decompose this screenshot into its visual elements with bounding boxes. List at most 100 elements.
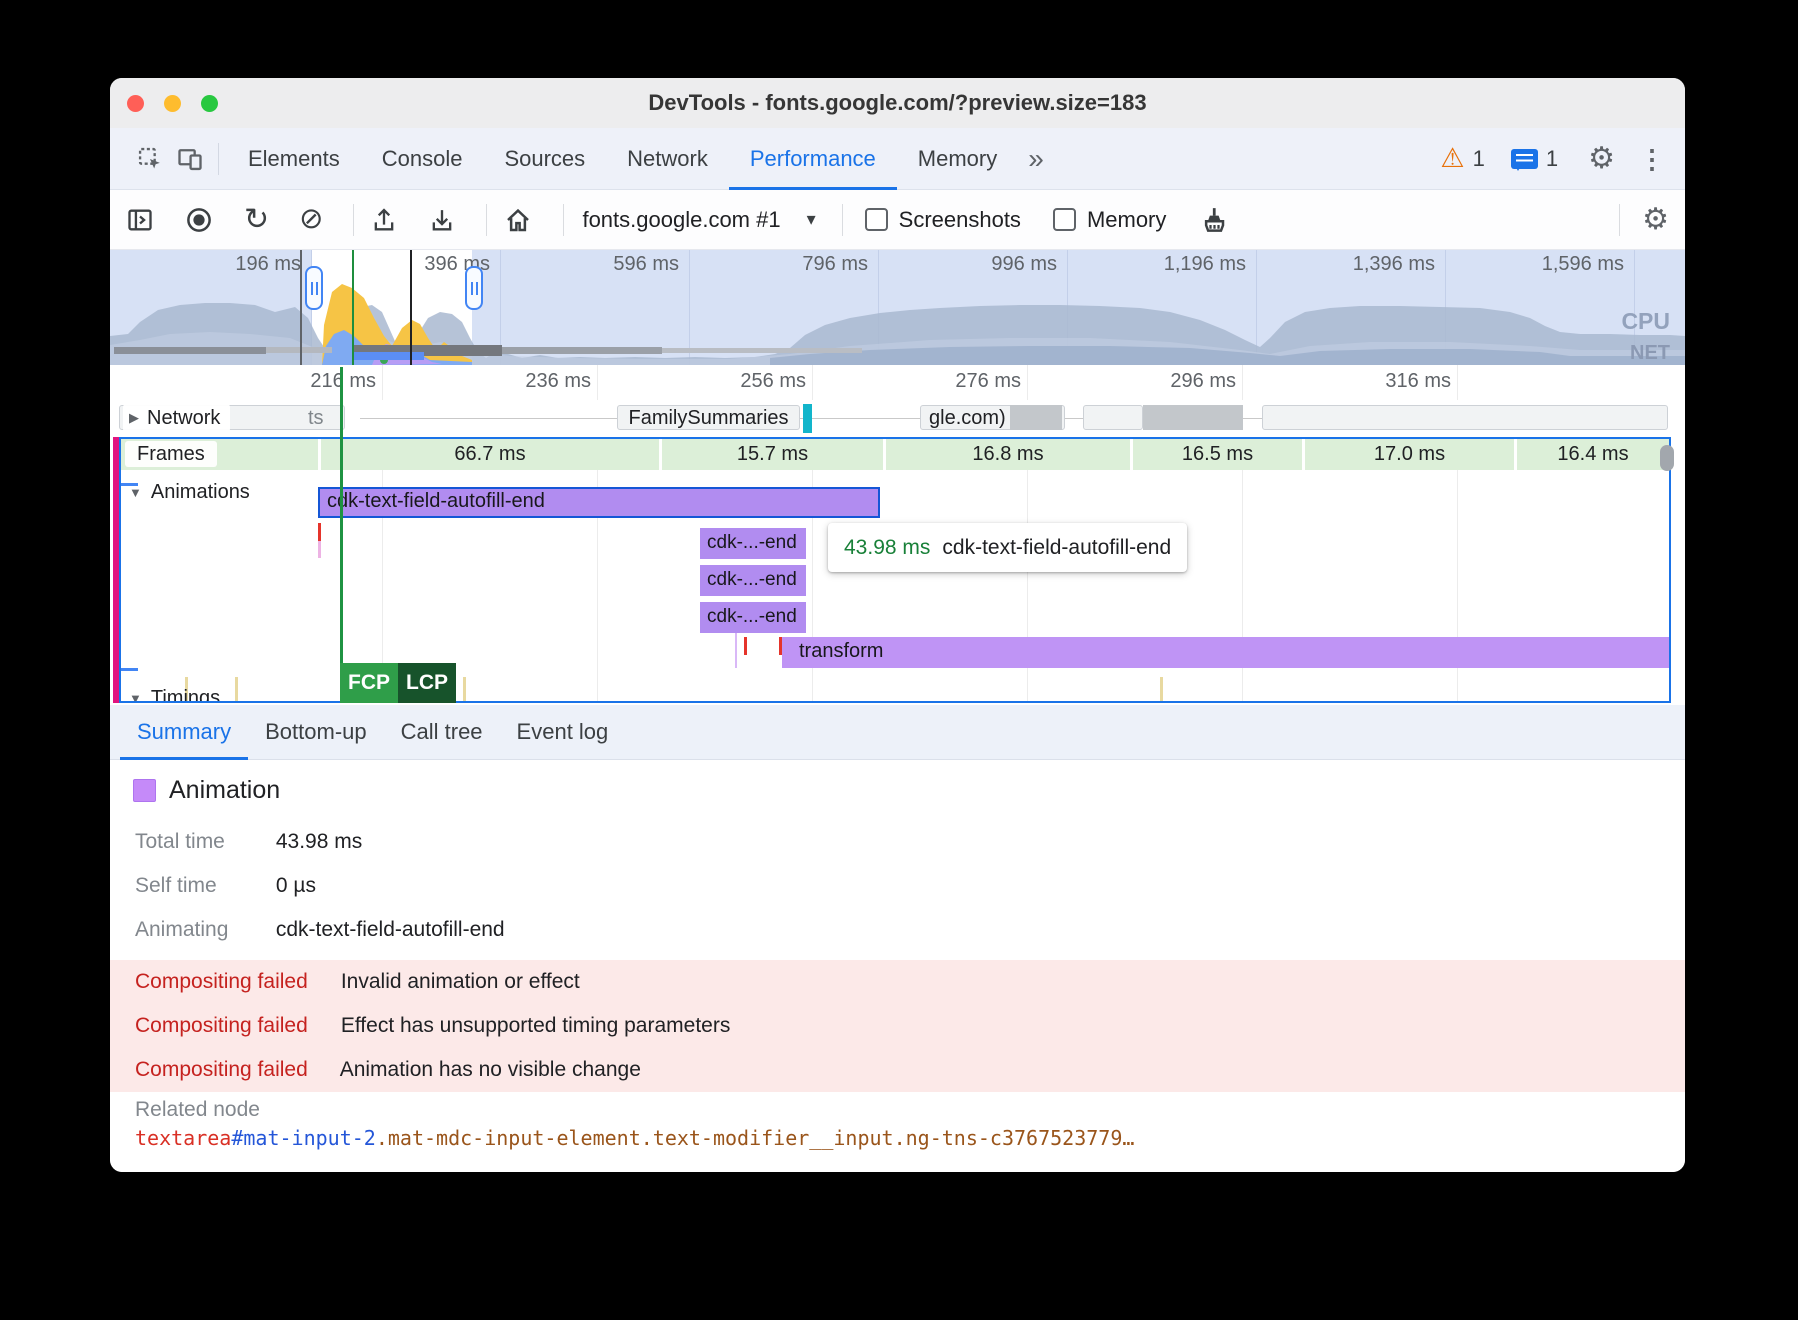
net-request-bar [114,347,266,354]
summary-panel: Animation Total time 43.98 ms Self time … [110,760,1685,1172]
clear-recording-icon[interactable]: ⊘ [299,205,323,234]
frame-duration: 16.5 ms [1133,439,1302,470]
selection-handle-right[interactable] [465,266,483,310]
profile-select[interactable]: fonts.google.com #1 [582,207,780,233]
related-node-label: Related node [135,1098,260,1122]
failure-row: Compositing failed Effect has unsupporte… [110,1004,1685,1048]
lcp-badge[interactable]: LCP [398,663,456,703]
self-time-value: 0 µs [276,874,316,897]
collapse-triangle-icon[interactable]: ▼ [129,691,142,703]
memory-checkbox-group[interactable]: Memory [1053,207,1166,233]
node-id[interactable]: #mat-input-2 [231,1126,376,1150]
related-node-link[interactable]: textarea#mat-input-2.mat-mdc-input-eleme… [135,1126,1134,1150]
tab-console[interactable]: Console [361,128,484,190]
upload-profile-icon[interactable] [370,206,398,234]
frame-duration: 16.8 ms [886,439,1130,470]
legend-label: Animation [169,776,280,805]
animation-bar-selected[interactable]: cdk-text-field-autofill-end [318,487,880,518]
tab-memory[interactable]: Memory [897,128,1018,190]
timeline-overview[interactable]: 196 ms 396 ms 596 ms 796 ms 996 ms 1,196… [110,250,1685,366]
network-request-pill[interactable] [1083,405,1143,430]
frames-track[interactable]: 66.7 ms 15.7 ms 16.8 ms 16.5 ms 17.0 ms … [121,439,1669,470]
overview-tick: 596 ms [529,253,679,276]
performance-toolbar: ↻ ⊘ fonts.google.com #1 ▾ Screenshots Me… [110,190,1685,250]
selection-handle-left[interactable] [305,266,323,310]
network-request-pill[interactable] [1262,405,1668,430]
minimize-window-button[interactable] [164,95,181,112]
event-tick-red [318,523,321,541]
animating-label: Animating [135,918,270,942]
home-live-metrics-icon[interactable] [503,205,533,235]
vertical-scrollbar-thumb[interactable] [1660,445,1674,471]
profile-select-caret-icon[interactable]: ▾ [807,209,816,230]
fcp-marker-line [340,367,343,663]
tab-performance[interactable]: Performance [729,128,897,190]
frames-track-label: Frames [125,441,217,467]
transform-animation-bar[interactable]: transform [782,637,1669,668]
collect-garbage-icon[interactable] [1198,205,1228,235]
network-track-label: Network [147,407,220,430]
tab-network[interactable]: Network [606,128,729,190]
tab-call-tree[interactable]: Call tree [384,705,500,760]
animations-track-header[interactable]: ▼ Animations [129,481,250,504]
event-tick-pink [318,541,321,558]
toggle-sidebar-icon[interactable] [126,206,154,234]
frame-duration: 17.0 ms [1305,439,1514,470]
node-classes[interactable]: .mat-mdc-input-element.text-modifier__in… [376,1126,1135,1150]
divider [842,204,843,236]
self-time-label: Self time [135,874,270,898]
failure-row: Compositing failed Animation has no visi… [110,1048,1685,1092]
timings-track-header[interactable]: ▼ Timings [129,687,220,703]
total-time-row: Total time 43.98 ms [135,830,362,854]
memory-checkbox[interactable] [1053,208,1076,231]
failure-row: Compositing failed Invalid animation or … [110,960,1685,1004]
divider [1619,204,1620,236]
capture-settings-gear-icon[interactable]: ⚙ [1642,205,1669,235]
reload-and-record-icon[interactable]: ↻ [244,205,269,235]
devtools-menu-dots-icon[interactable]: ⋮ [1639,146,1665,172]
device-toolbar-icon[interactable] [170,139,210,179]
tab-summary[interactable]: Summary [120,705,248,760]
warning-icon[interactable]: ⚠ [1440,145,1464,172]
self-time-row: Self time 0 µs [135,874,316,898]
tab-elements[interactable]: Elements [227,128,361,190]
close-window-button[interactable] [127,95,144,112]
more-tabs-icon[interactable]: » [1018,143,1054,175]
tab-sources[interactable]: Sources [483,128,606,190]
zoom-window-button[interactable] [201,95,218,112]
screenshots-checkbox[interactable] [865,208,888,231]
total-time-label: Total time [135,830,270,854]
record-icon[interactable] [184,205,214,235]
message-count: 1 [1546,146,1558,172]
cpu-lane-label: CPU [1590,308,1670,335]
warning-count: 1 [1473,146,1485,172]
devtools-window: DevTools - fonts.google.com/?preview.siz… [110,78,1685,1172]
details-tab-bar: Summary Bottom-up Call tree Event log [110,705,1685,760]
node-tag[interactable]: textarea [135,1126,231,1150]
failure-label: Compositing failed [135,1048,335,1092]
failure-label: Compositing failed [135,960,335,1004]
fcp-badge[interactable]: FCP [340,663,398,703]
animation-bar[interactable]: cdk-...-end [700,565,806,596]
tab-event-log[interactable]: Event log [500,705,626,760]
overview-tick: 996 ms [907,253,1057,276]
tooltip-duration: 43.98 ms [844,536,930,560]
track-bound-indicator [121,668,138,671]
ruler-tick [1027,365,1028,400]
screenshots-checkbox-group[interactable]: Screenshots [865,207,1021,233]
failure-label: Compositing failed [135,1004,335,1048]
expand-triangle-icon[interactable]: ▶ [129,410,139,426]
issues-message-icon[interactable] [1511,149,1538,169]
tab-bottom-up[interactable]: Bottom-up [248,705,384,760]
network-track-header[interactable]: ▶ Network [123,404,230,432]
download-profile-icon[interactable] [428,206,456,234]
animation-bar[interactable]: cdk-...-end [700,528,806,559]
animation-bar[interactable]: cdk-...-end [700,602,806,633]
memory-label: Memory [1087,207,1166,233]
inspect-element-icon[interactable] [130,139,170,179]
ruler-tick [1457,365,1458,400]
devtools-settings-gear-icon[interactable]: ⚙ [1588,144,1615,174]
collapse-triangle-icon[interactable]: ▼ [129,485,142,500]
divider [563,204,564,236]
network-request-pill[interactable]: FamilySummaries [617,405,800,430]
